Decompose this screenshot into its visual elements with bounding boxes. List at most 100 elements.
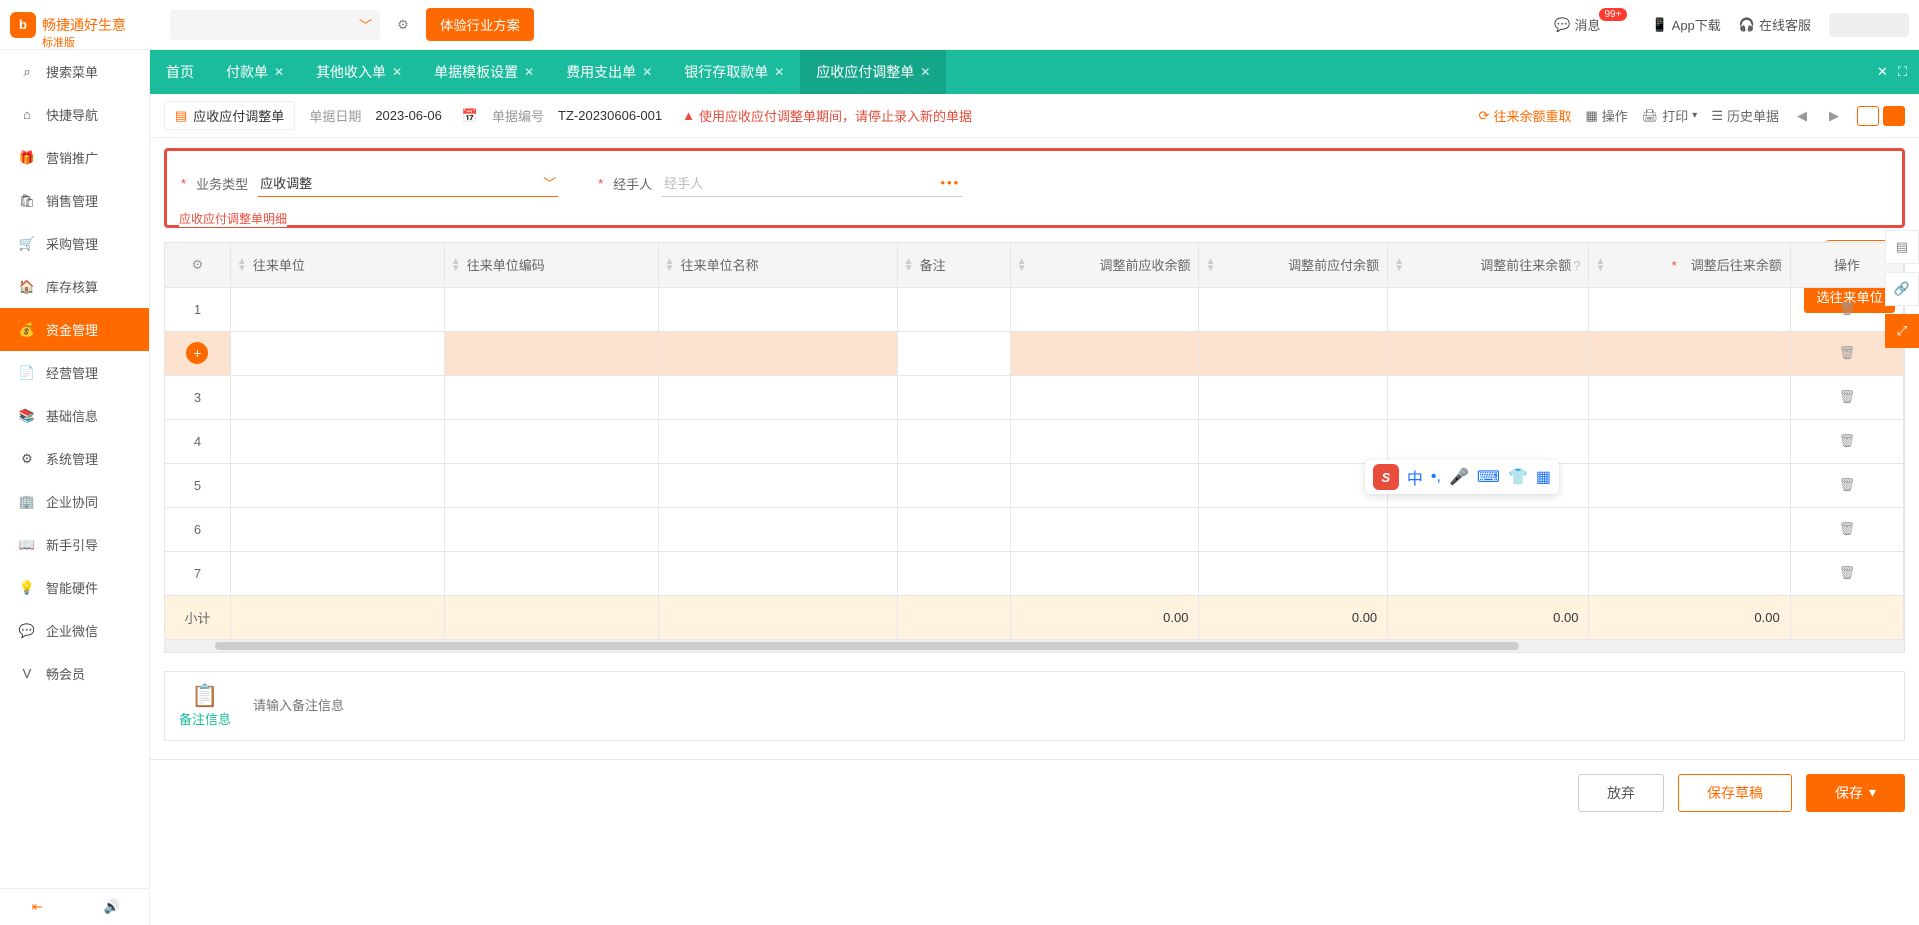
ime-tool-icon[interactable]: ▦ xyxy=(1536,467,1551,487)
tab-expense[interactable]: 费用支出单✕ xyxy=(550,50,668,94)
notes-title: 备注信息 xyxy=(179,712,231,727)
table-row[interactable]: 6🗑 xyxy=(165,507,1904,551)
delete-row-button[interactable]: 🗑 xyxy=(1790,463,1903,507)
col-remark[interactable]: ▲▼备注 xyxy=(897,243,1010,287)
settings-icon[interactable]: ⚙ xyxy=(388,10,418,40)
ime-keyboard-icon[interactable]: ⌨ xyxy=(1477,467,1500,487)
col-post-net[interactable]: ▲▼*调整后往来余额 xyxy=(1589,243,1790,287)
rail-note-button[interactable]: ▤ xyxy=(1885,230,1919,264)
user-avatar[interactable] xyxy=(1829,13,1909,37)
table-row[interactable]: 4🗑 xyxy=(165,419,1904,463)
abandon-button[interactable]: 放弃 xyxy=(1578,774,1664,812)
close-icon[interactable]: ✕ xyxy=(392,65,402,79)
add-row-button[interactable]: + xyxy=(165,331,230,375)
sidebar-item-system[interactable]: ⚙系统管理 xyxy=(0,437,149,480)
close-icon[interactable]: ✕ xyxy=(920,65,930,79)
sidebar-item-wechat[interactable]: 💬企业微信 xyxy=(0,609,149,652)
tenant-selector[interactable]: ﹀ xyxy=(170,10,380,40)
brand-icon: b xyxy=(10,12,36,38)
sidebar-item-basedata[interactable]: 📚基础信息 xyxy=(0,394,149,437)
column-settings-button[interactable]: ⚙ xyxy=(165,243,230,287)
fullscreen-icon[interactable]: ⛶ xyxy=(1898,64,1907,80)
view-list-button[interactable] xyxy=(1857,106,1879,126)
experience-button[interactable]: 体验行业方案 xyxy=(426,8,534,41)
close-icon[interactable]: ✕ xyxy=(274,65,284,79)
collapse-button[interactable]: ⇤ xyxy=(0,889,75,925)
scrollbar-thumb[interactable] xyxy=(215,642,1519,650)
col-pre-ar[interactable]: ▲▼调整前应收余额 xyxy=(1010,243,1199,287)
save-button[interactable]: 保存▾ xyxy=(1806,774,1905,812)
col-unit-name[interactable]: ▲▼往来单位名称 xyxy=(658,243,897,287)
close-icon[interactable]: ✕ xyxy=(642,65,652,79)
tab-home[interactable]: 首页 xyxy=(150,50,210,94)
close-all-icon[interactable]: ✕ xyxy=(1877,64,1888,80)
col-unit[interactable]: ▲▼往来单位 xyxy=(230,243,444,287)
save-draft-button[interactable]: 保存草稿 xyxy=(1678,774,1792,812)
delete-row-button[interactable]: 🗑 xyxy=(1790,419,1903,463)
code-label: 单据编号 xyxy=(492,106,544,125)
messages-badge: 99+ xyxy=(1599,8,1628,21)
sidebar-item-operation[interactable]: 📄经营管理 xyxy=(0,351,149,394)
sidebar-item-collab[interactable]: 🏢企业协同 xyxy=(0,480,149,523)
col-unit-code[interactable]: ▲▼往来单位编码 xyxy=(444,243,658,287)
rail-expand-button[interactable]: ⤢ xyxy=(1885,314,1919,348)
ime-skin-icon[interactable]: 👕 xyxy=(1508,467,1528,487)
table-row-active[interactable]: +🗑 xyxy=(165,331,1904,375)
guide-icon: 📖 xyxy=(18,537,36,553)
sidebar-item-label: 智能硬件 xyxy=(46,578,98,597)
sidebar-item-inventory[interactable]: 🏠库存核算 xyxy=(0,265,149,308)
col-pre-net[interactable]: ▲▼调整前往来余额? xyxy=(1388,243,1589,287)
col-pre-ap[interactable]: ▲▼调整前应付余额 xyxy=(1199,243,1388,287)
date-value[interactable]: 2023-06-06 xyxy=(375,108,442,123)
delete-row-button[interactable]: 🗑 xyxy=(1790,507,1903,551)
table-row[interactable]: 5🗑 xyxy=(165,463,1904,507)
ime-lang-label[interactable]: 中 xyxy=(1407,465,1423,489)
messages-link[interactable]: 💬 消息 99+ xyxy=(1554,15,1633,34)
support-link[interactable]: 🎧 在线客服 xyxy=(1739,15,1811,34)
tab-payment[interactable]: 付款单✕ xyxy=(210,50,300,94)
regrab-button[interactable]: ⟳往来余额重取 xyxy=(1479,106,1572,125)
biz-type-select[interactable]: 应收调整 ﹀ xyxy=(258,169,558,197)
more-icon[interactable]: ••• xyxy=(941,175,961,190)
tab-bank[interactable]: 银行存取款单✕ xyxy=(668,50,800,94)
app-download-link[interactable]: 📱 App下载 xyxy=(1651,15,1720,34)
horizontal-scrollbar[interactable] xyxy=(165,640,1904,652)
prev-doc-button[interactable]: ◀ xyxy=(1793,108,1811,124)
history-button[interactable]: ☰历史单据 xyxy=(1711,106,1779,125)
handler-input[interactable]: 经手人 ••• xyxy=(662,169,962,197)
print-button[interactable]: 🖨打印▾ xyxy=(1642,106,1698,125)
sidebar-item-sales[interactable]: 🛍销售管理 xyxy=(0,179,149,222)
rail-attach-button[interactable]: 🔗 xyxy=(1885,272,1919,306)
ime-punct-icon[interactable]: •, xyxy=(1431,468,1441,486)
notes-input[interactable] xyxy=(245,690,1904,721)
tab-adjust[interactable]: 应收应付调整单✕ xyxy=(800,50,946,94)
sidebar-item-search[interactable]: ⌕搜索菜单 xyxy=(0,50,149,93)
close-icon[interactable]: ✕ xyxy=(524,65,534,79)
delete-row-button[interactable]: 🗑 xyxy=(1790,375,1903,419)
table-row[interactable]: 1🗑 xyxy=(165,287,1904,331)
sidebar-item-quicknav[interactable]: ⌂快捷导航 xyxy=(0,93,149,136)
tab-other-income[interactable]: 其他收入单✕ xyxy=(300,50,418,94)
operate-button[interactable]: ▦操作 xyxy=(1585,106,1627,125)
sidebar-item-marketing[interactable]: 🎁营销推广 xyxy=(0,136,149,179)
ime-toolbar[interactable]: S 中 •, 🎤 ⌨ 👕 ▦ xyxy=(1365,460,1559,494)
calendar-icon[interactable]: 📅 xyxy=(462,108,478,124)
view-card-button[interactable] xyxy=(1883,106,1905,126)
close-icon[interactable]: ✕ xyxy=(774,65,784,79)
table-row[interactable]: 7🗑 xyxy=(165,551,1904,595)
next-doc-button[interactable]: ▶ xyxy=(1825,108,1843,124)
ime-mic-icon[interactable]: 🎤 xyxy=(1449,467,1469,487)
tab-label: 单据模板设置 xyxy=(434,62,518,82)
sound-button[interactable]: 🔊 xyxy=(75,889,150,925)
help-icon[interactable]: ? xyxy=(1573,258,1580,273)
sidebar-item-hardware[interactable]: 💡智能硬件 xyxy=(0,566,149,609)
sidebar-item-guide[interactable]: 📖新手引导 xyxy=(0,523,149,566)
table-row[interactable]: 3🗑 xyxy=(165,375,1904,419)
tab-template[interactable]: 单据模板设置 ✕ xyxy=(418,50,550,94)
sidebar-item-purchase[interactable]: 🛒采购管理 xyxy=(0,222,149,265)
delete-row-button[interactable]: 🗑 xyxy=(1790,551,1903,595)
sort-icon: ▲▼ xyxy=(665,258,675,272)
sidebar-item-finance[interactable]: 💰资金管理 xyxy=(0,308,149,351)
sidebar: ⌕搜索菜单 ⌂快捷导航 🎁营销推广 🛍销售管理 🛒采购管理 🏠库存核算 💰资金管… xyxy=(0,50,150,925)
sidebar-item-member[interactable]: V畅会员 xyxy=(0,652,149,695)
